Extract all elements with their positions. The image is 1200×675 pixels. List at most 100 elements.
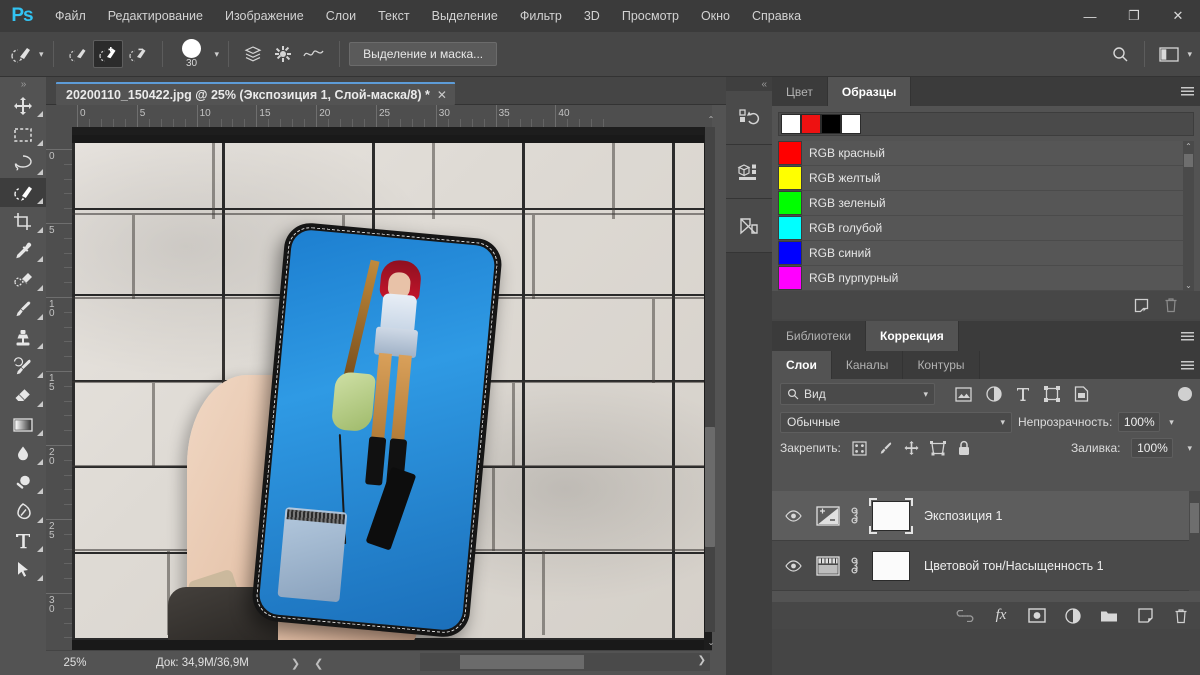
tab-adjustments[interactable]: Коррекция [866,321,959,351]
fill-value[interactable]: 100% [1131,438,1174,458]
brush-settings-gear-icon[interactable] [268,45,298,63]
tool-quick-selection[interactable] [0,178,46,207]
tool-move[interactable] [0,91,46,120]
delete-swatch-button[interactable] [1156,293,1186,317]
tab-libraries[interactable]: Библиотеки [772,321,867,351]
mask-link-icon[interactable] [846,506,862,525]
panel-menu-button[interactable] [1174,77,1200,106]
canvas-horizontal-scrollbar[interactable]: ❯ [420,653,710,671]
tab-paths[interactable]: Контуры [903,351,980,379]
filter-shape-icon[interactable] [1044,386,1060,402]
delete-layer-button[interactable] [1172,607,1190,625]
table-row[interactable]: Цветовой тон/Насыщенность 1 [772,541,1200,591]
horizontal-ruler[interactable]: 0 5 10 15 20 25 30 35 40 [72,105,712,127]
history-panel-icon[interactable] [726,91,772,145]
lock-all-icon[interactable] [957,440,971,456]
workspace-switcher-icon[interactable] [1154,42,1184,66]
list-item[interactable]: RGB зеленый [778,191,1194,216]
canvas[interactable] [72,127,712,650]
vertical-ruler[interactable]: 0 5 10 15 20 25 30 [46,127,72,650]
tool-blur[interactable] [0,439,46,468]
status-expand-icon[interactable]: ❯ [291,657,300,670]
add-to-selection-button[interactable] [92,40,123,68]
scroll-down-icon[interactable]: ⌄ [1183,280,1194,291]
search-icon[interactable] [1105,42,1135,66]
add-layer-mask-button[interactable] [1028,607,1046,625]
layer-style-button[interactable]: fx [992,607,1010,625]
sample-all-layers-button[interactable] [238,44,268,64]
menu-item-select[interactable]: Выделение [421,0,509,32]
recent-swatch[interactable] [841,114,861,134]
scroll-right-icon[interactable]: ❯ [698,655,706,666]
list-item[interactable]: RGB пурпурный [778,266,1194,291]
mask-link-icon[interactable] [846,556,862,575]
tab-color[interactable]: Цвет [772,77,828,106]
new-group-button[interactable] [1100,607,1118,625]
chevron-down-icon[interactable]: ▾ [215,49,220,60]
tool-history-brush[interactable] [0,352,46,381]
layers-scrollbar[interactable] [1189,491,1200,591]
menu-item-edit[interactable]: Редактирование [97,0,214,32]
menu-item-layer[interactable]: Слои [315,0,367,32]
lock-artboard-nesting-icon[interactable] [929,440,946,456]
scrollbar-thumb[interactable] [460,655,584,669]
tool-brush[interactable] [0,294,46,323]
tool-pen[interactable] [0,497,46,526]
3d-panel-icon[interactable] [726,145,772,199]
filter-pixel-icon[interactable] [955,386,972,402]
new-selection-button[interactable] [63,40,93,68]
list-item[interactable]: RGB красный [778,141,1194,166]
tab-layers[interactable]: Слои [772,351,832,379]
tool-eraser[interactable] [0,381,46,410]
tool-spot-healing-brush[interactable] [0,265,46,294]
canvas-vertical-scrollbar[interactable] [705,127,715,632]
lock-position-icon[interactable] [904,440,919,456]
scroll-up-icon[interactable]: ⌃ [1183,141,1194,152]
filter-enable-toggle[interactable] [1178,387,1192,401]
list-item[interactable]: RGB желтый [778,166,1194,191]
scroll-up-button[interactable]: ⌃ [705,113,717,125]
recent-swatch[interactable] [821,114,841,134]
menu-item-3d[interactable]: 3D [573,0,611,32]
recent-swatch[interactable] [781,114,801,134]
scrollbar-thumb[interactable] [1184,154,1193,167]
refine-edge-brush-icon[interactable] [298,46,330,62]
filter-adjustment-icon[interactable] [986,386,1002,402]
maximize-button[interactable]: ❐ [1112,0,1156,32]
chevron-down-icon[interactable]: ▾ [1187,49,1192,60]
tool-clone-stamp[interactable] [0,323,46,352]
new-swatch-button[interactable] [1126,293,1156,317]
select-and-mask-button[interactable]: Выделение и маска... [349,42,498,66]
tool-crop[interactable] [0,207,46,236]
zoom-level[interactable]: 25% [46,657,104,669]
close-icon[interactable]: ✕ [437,88,447,102]
tool-preset-picker[interactable]: ▾ [6,39,44,69]
dock-collapse-handle[interactable]: « [726,77,772,91]
lock-image-pixels-icon[interactable] [878,441,893,456]
layer-mask-thumbnail[interactable] [868,548,914,584]
tool-dodge[interactable] [0,468,46,497]
menu-item-view[interactable]: Просмотр [611,0,690,32]
tab-swatches[interactable]: Образцы [827,77,912,106]
subtract-from-selection-button[interactable] [123,40,153,68]
status-collapse-icon[interactable]: ❮ [314,657,323,670]
swatches-scrollbar[interactable]: ⌃ ⌄ [1183,141,1194,291]
tool-horizontal-type[interactable] [0,526,46,555]
menu-item-help[interactable]: Справка [741,0,812,32]
link-layers-button[interactable] [956,607,974,625]
new-layer-button[interactable] [1136,607,1154,625]
filter-type-icon[interactable] [1016,387,1030,402]
opacity-value[interactable]: 100% [1118,412,1161,432]
menu-item-file[interactable]: Файл [44,0,97,32]
tool-eyedropper[interactable] [0,236,46,265]
tool-rectangular-marquee[interactable] [0,120,46,149]
layer-visibility-toggle[interactable] [772,559,814,572]
document-tab[interactable]: 20200110_150422.jpg @ 25% (Экспозиция 1,… [56,82,455,105]
table-row[interactable]: Экспозиция 1 [772,491,1200,541]
chevron-down-icon[interactable]: ▾ [1187,443,1192,454]
scrollbar-thumb[interactable] [705,427,715,547]
layer-mask-thumbnail[interactable] [868,497,914,534]
menu-item-filter[interactable]: Фильтр [509,0,573,32]
filter-smart-object-icon[interactable] [1074,386,1089,402]
close-button[interactable]: ✕ [1156,0,1200,32]
